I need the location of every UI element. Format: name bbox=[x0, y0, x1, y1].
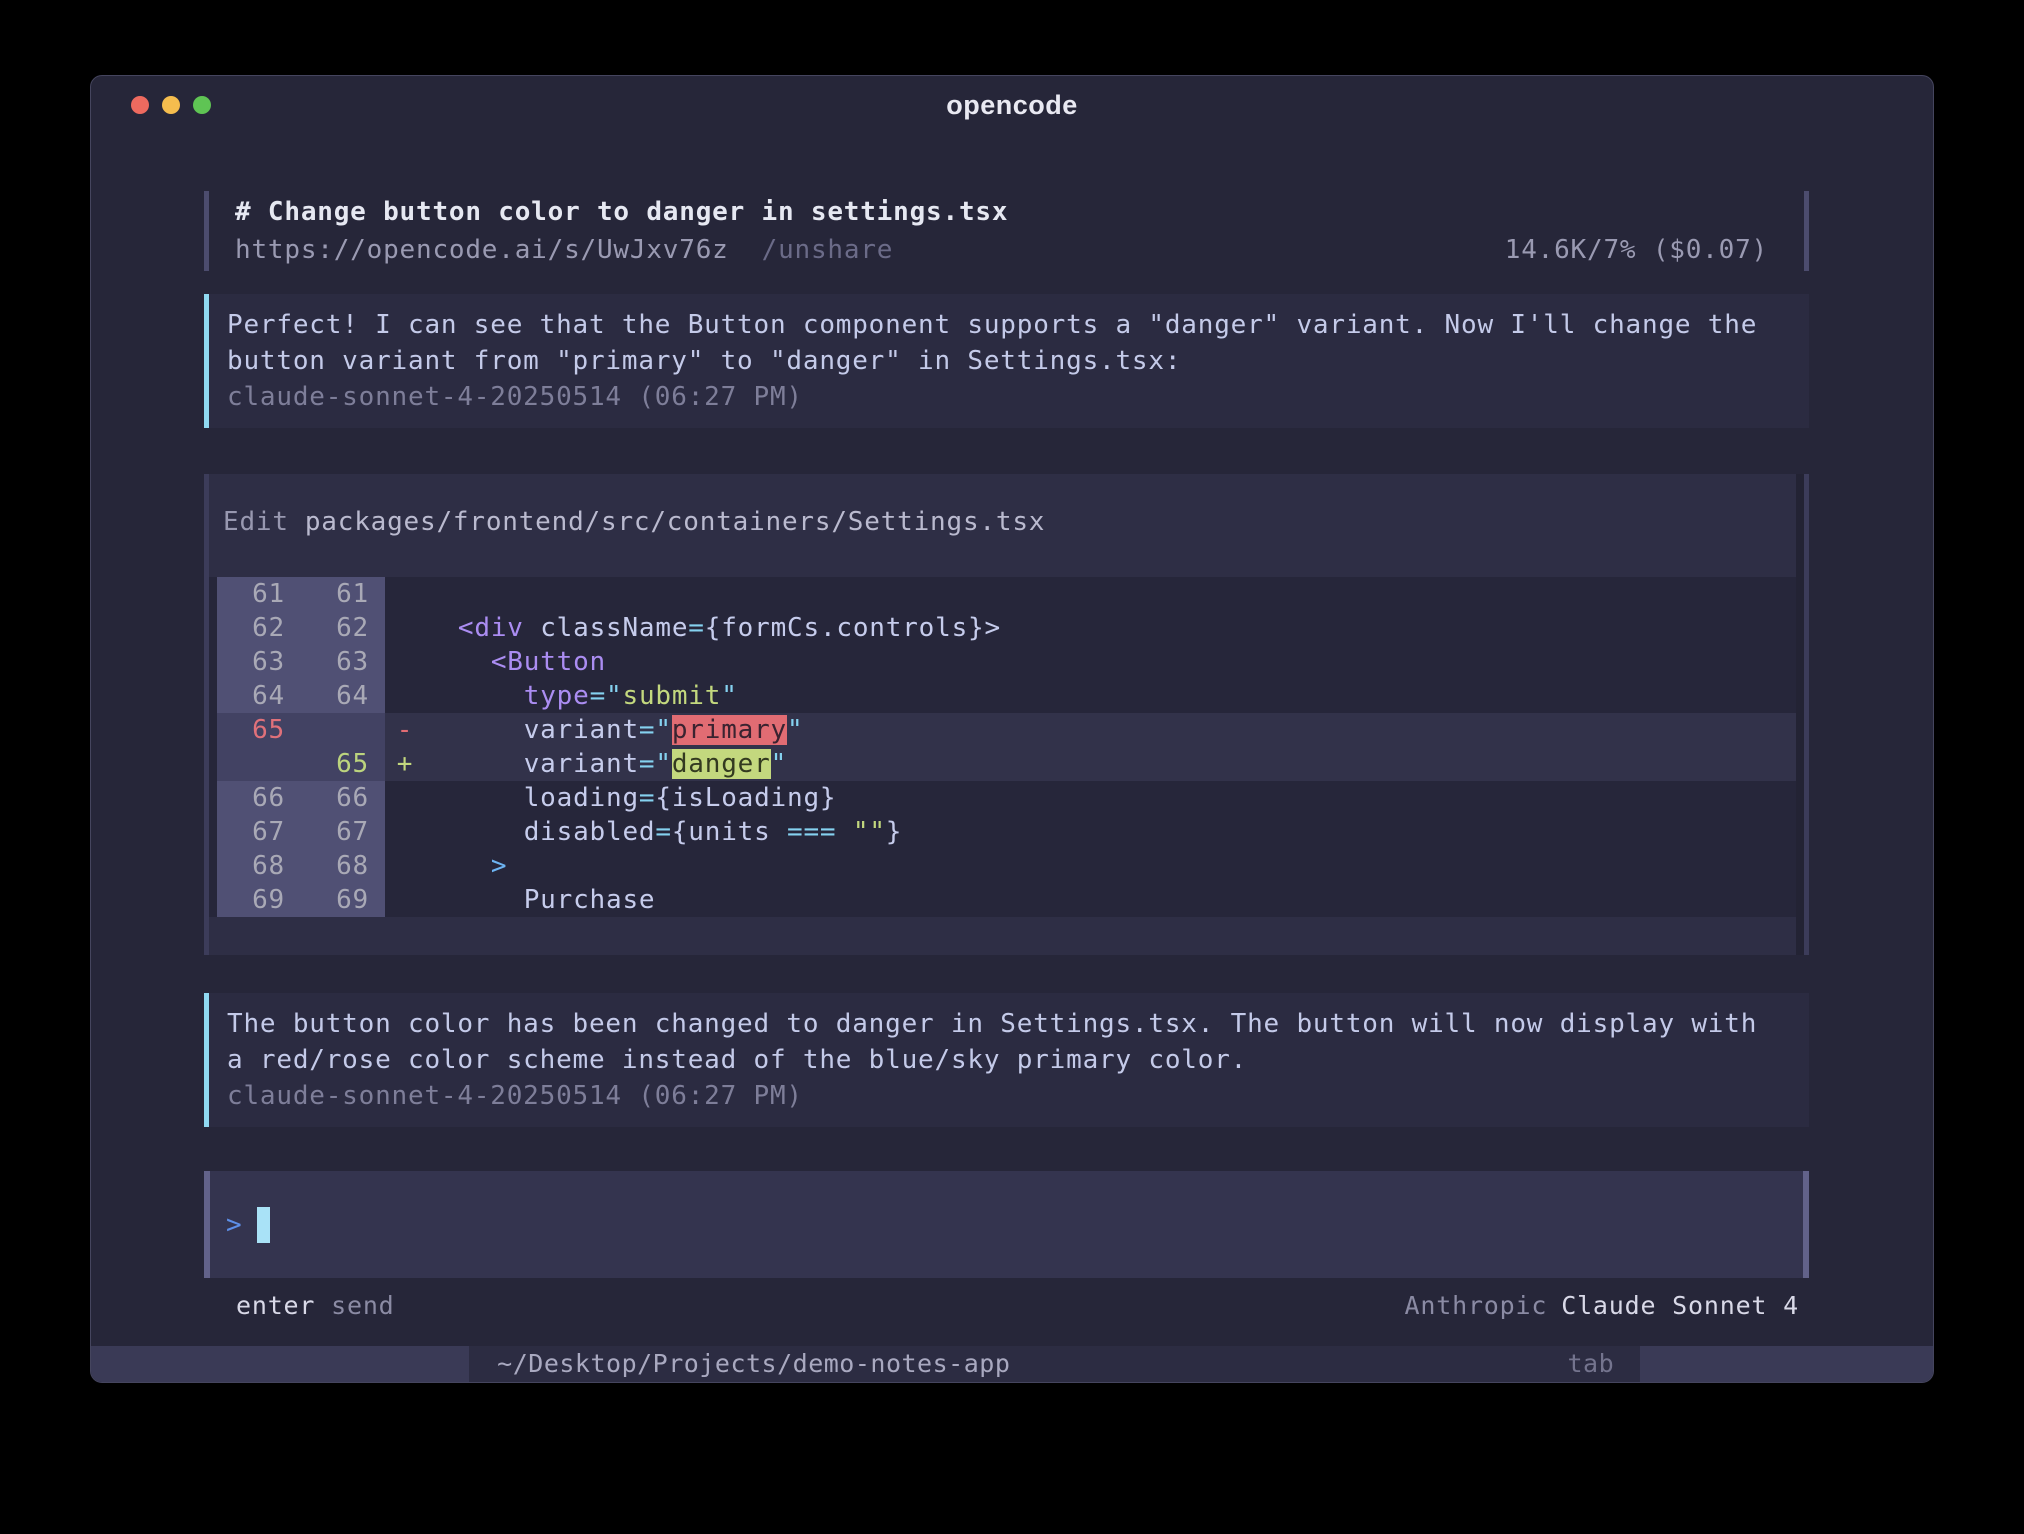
diff-marker bbox=[385, 577, 425, 611]
diff-gutter-old: 65 bbox=[217, 713, 301, 747]
diff-code-line bbox=[425, 577, 1796, 611]
window-title: opencode bbox=[946, 90, 1078, 121]
diff-marker: - bbox=[385, 713, 425, 747]
edit-card-header: Edit packages/frontend/src/containers/Set… bbox=[209, 504, 1796, 540]
assistant-message: The button color has been changed to dan… bbox=[204, 993, 1809, 1127]
diff-code-line: variant="danger" bbox=[425, 747, 1796, 781]
prompt-input[interactable]: > bbox=[204, 1171, 1809, 1278]
prompt-symbol: > bbox=[226, 1210, 242, 1240]
diff-marker bbox=[385, 849, 425, 883]
diff-gutter-new: 62 bbox=[301, 611, 385, 645]
minimize-icon[interactable] bbox=[162, 96, 180, 114]
diff-code-line: disabled={units === ""} bbox=[425, 815, 1796, 849]
share-url[interactable]: https://opencode.ai/s/UwJxv76z bbox=[235, 235, 729, 265]
diff-code-line: variant="primary" bbox=[425, 713, 1796, 747]
edit-tool-card: Edit packages/frontend/src/containers/Set… bbox=[204, 474, 1809, 955]
session-column: # Change button color to danger in setti… bbox=[204, 191, 1809, 1324]
diff-gutter-old: 62 bbox=[217, 611, 301, 645]
send-hint-key: enter bbox=[236, 1291, 315, 1320]
diff-row: 6868 > bbox=[217, 849, 1796, 883]
share-row: https://opencode.ai/s/UwJxv76z/unshare bbox=[235, 231, 893, 269]
diff-gutter-old: 66 bbox=[217, 781, 301, 815]
diff-row: 65 - variant="primary" bbox=[217, 713, 1796, 747]
diff-gutter-old bbox=[217, 747, 301, 781]
diff-gutter-new: 61 bbox=[301, 577, 385, 611]
diff-gutter-old: 64 bbox=[217, 679, 301, 713]
message-meta: claude-sonnet-4-20250514 (06:27 PM) bbox=[227, 1078, 1785, 1114]
diff-gutter-old: 69 bbox=[217, 883, 301, 917]
text-cursor bbox=[257, 1207, 270, 1243]
diff-gutter-new: 63 bbox=[301, 645, 385, 679]
diff-row: 6363 <Button bbox=[217, 645, 1796, 679]
diff-code-line: <Button bbox=[425, 645, 1796, 679]
diff-marker bbox=[385, 679, 425, 713]
diff-gutter-new: 67 bbox=[301, 815, 385, 849]
diff-code-line: <div className={formCs.controls}> bbox=[425, 611, 1796, 645]
edit-card-scroll-gutter bbox=[1796, 474, 1804, 955]
diff-code-line: loading={isLoading} bbox=[425, 781, 1796, 815]
diff-code-line: > bbox=[425, 849, 1796, 883]
assistant-message: Perfect! I can see that the Button compo… bbox=[204, 294, 1809, 428]
diff-row: 65+ variant="danger" bbox=[217, 747, 1796, 781]
diff-row: 6464 type="submit" bbox=[217, 679, 1796, 713]
statusbar-spacer bbox=[1010, 1346, 1567, 1382]
send-hint-label: send bbox=[331, 1291, 394, 1320]
diff-row: 6767 disabled={units === ""} bbox=[217, 815, 1796, 849]
model-indicator: Anthropic Claude Sonnet 4 bbox=[1405, 1288, 1799, 1324]
session-title: # Change button color to danger in setti… bbox=[235, 193, 1768, 231]
edit-card-right-edge bbox=[1804, 474, 1809, 955]
diff-marker: + bbox=[385, 747, 425, 781]
session-subheader: https://opencode.ai/s/UwJxv76z/unshare 1… bbox=[235, 231, 1768, 269]
diff-gutter-old: 67 bbox=[217, 815, 301, 849]
diff-marker bbox=[385, 883, 425, 917]
diff-gutter-old: 63 bbox=[217, 645, 301, 679]
app-window: opencode # Change button color to danger… bbox=[90, 75, 1934, 1383]
app-version-chip: opencode v0.3.11 bbox=[91, 1346, 469, 1382]
session-header: # Change button color to danger in setti… bbox=[204, 191, 1809, 271]
mode-chip[interactable]: BUILD MODE bbox=[1640, 1346, 1933, 1382]
diff-gutter-new: 69 bbox=[301, 883, 385, 917]
diff-row: 6666 loading={isLoading} bbox=[217, 781, 1796, 815]
diff-gutter-old: 61 bbox=[217, 577, 301, 611]
model-label: Claude Sonnet 4 bbox=[1561, 1291, 1799, 1320]
diff-marker bbox=[385, 781, 425, 815]
hints-row: enter send Anthropic Claude Sonnet 4 bbox=[204, 1288, 1809, 1324]
message-text: button variant from "primary" to "danger… bbox=[227, 343, 1785, 379]
message-text: Perfect! I can see that the Button compo… bbox=[227, 307, 1785, 343]
unshare-command[interactable]: /unshare bbox=[762, 235, 894, 265]
zoom-icon[interactable] bbox=[193, 96, 211, 114]
diff-gutter-new bbox=[301, 713, 385, 747]
edit-action-label: Edit bbox=[223, 507, 289, 537]
token-usage: 14.6K/7% ($0.07) bbox=[1505, 231, 1768, 269]
diff-row: 6262 <div className={formCs.controls}> bbox=[217, 611, 1796, 645]
edit-card-body: Edit packages/frontend/src/containers/Set… bbox=[209, 474, 1796, 955]
diff-code-line: Purchase bbox=[425, 883, 1796, 917]
diff-marker bbox=[385, 611, 425, 645]
diff-gutter-new: 65 bbox=[301, 747, 385, 781]
edit-file-path: packages/frontend/src/containers/Setting… bbox=[305, 507, 1045, 537]
traffic-lights bbox=[131, 96, 211, 114]
diff-row: 6969 Purchase bbox=[217, 883, 1796, 917]
diff: 61616262 <div className={formCs.controls… bbox=[209, 577, 1796, 917]
status-bar: opencode v0.3.11 ~/Desktop/Projects/demo… bbox=[91, 1346, 1933, 1382]
diff-code-line: type="submit" bbox=[425, 679, 1796, 713]
diff-gutter-new: 64 bbox=[301, 679, 385, 713]
diff-marker bbox=[385, 645, 425, 679]
message-meta: claude-sonnet-4-20250514 (06:27 PM) bbox=[227, 379, 1785, 415]
titlebar: opencode bbox=[91, 76, 1933, 134]
diff-row: 6161 bbox=[217, 577, 1796, 611]
working-directory: ~/Desktop/Projects/demo-notes-app bbox=[497, 1346, 1010, 1382]
tab-key-hint: tab bbox=[1567, 1346, 1614, 1382]
send-hint: enter send bbox=[236, 1288, 395, 1324]
diff-gutter-new: 66 bbox=[301, 781, 385, 815]
message-text: a red/rose color scheme instead of the b… bbox=[227, 1042, 1785, 1078]
diff-marker bbox=[385, 815, 425, 849]
provider-label: Anthropic bbox=[1405, 1291, 1548, 1320]
close-icon[interactable] bbox=[131, 96, 149, 114]
diff-gutter-old: 68 bbox=[217, 849, 301, 883]
diff-gutter-new: 68 bbox=[301, 849, 385, 883]
message-text: The button color has been changed to dan… bbox=[227, 1006, 1785, 1042]
